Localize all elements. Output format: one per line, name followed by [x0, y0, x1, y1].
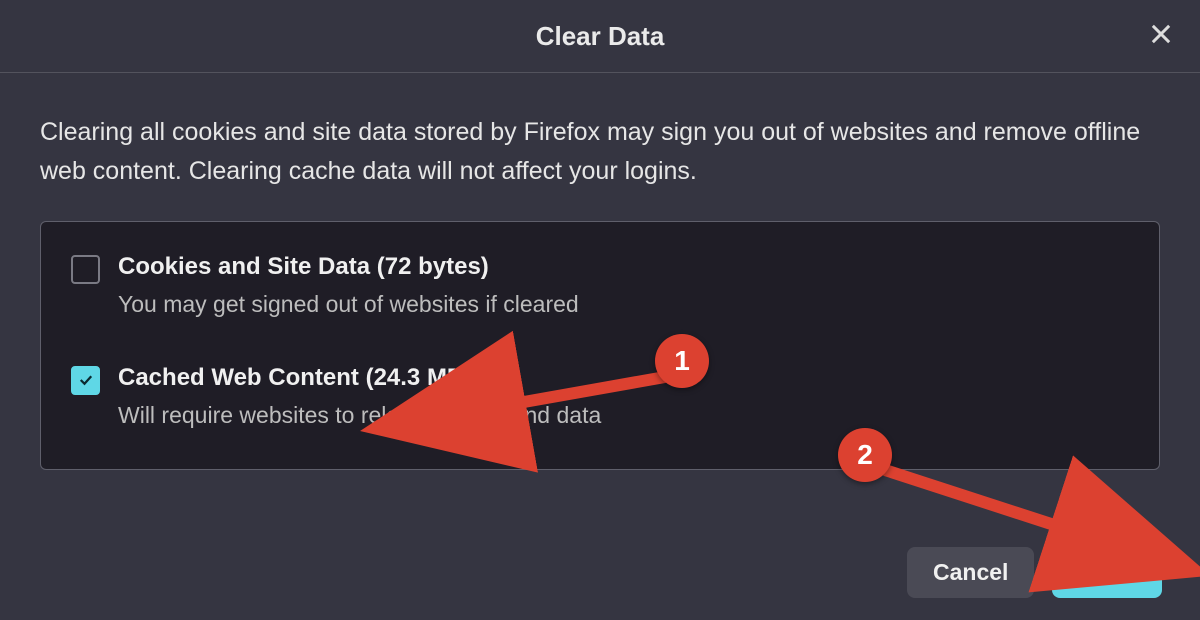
cache-subtitle: Will require websites to reload images a… [118, 402, 601, 429]
close-icon [1147, 20, 1175, 48]
cancel-button[interactable]: Cancel [907, 547, 1034, 598]
cookies-subtitle: You may get signed out of websites if cl… [118, 291, 579, 318]
option-cookies: Cookies and Site Data (72 bytes) You may… [71, 247, 1129, 328]
dialog-title: Clear Data [536, 21, 665, 52]
cookies-title: Cookies and Site Data (72 bytes) [118, 253, 579, 281]
dialog-body: Clearing all cookies and site data store… [0, 73, 1200, 470]
cookies-checkbox[interactable] [71, 255, 100, 284]
dialog-description: Clearing all cookies and site data store… [40, 113, 1160, 191]
close-button[interactable] [1147, 20, 1175, 53]
dialog-footer: Cancel Clear [907, 547, 1162, 598]
cache-checkbox[interactable] [71, 366, 100, 395]
cache-title: Cached Web Content (24.3 MB) [118, 364, 601, 392]
options-panel: Cookies and Site Data (72 bytes) You may… [40, 221, 1160, 470]
clear-data-dialog: Clear Data Clearing all cookies and site… [0, 0, 1200, 620]
clear-button[interactable]: Clear [1052, 547, 1162, 598]
option-cache: Cached Web Content (24.3 MB) Will requir… [71, 358, 1129, 439]
dialog-titlebar: Clear Data [0, 0, 1200, 73]
